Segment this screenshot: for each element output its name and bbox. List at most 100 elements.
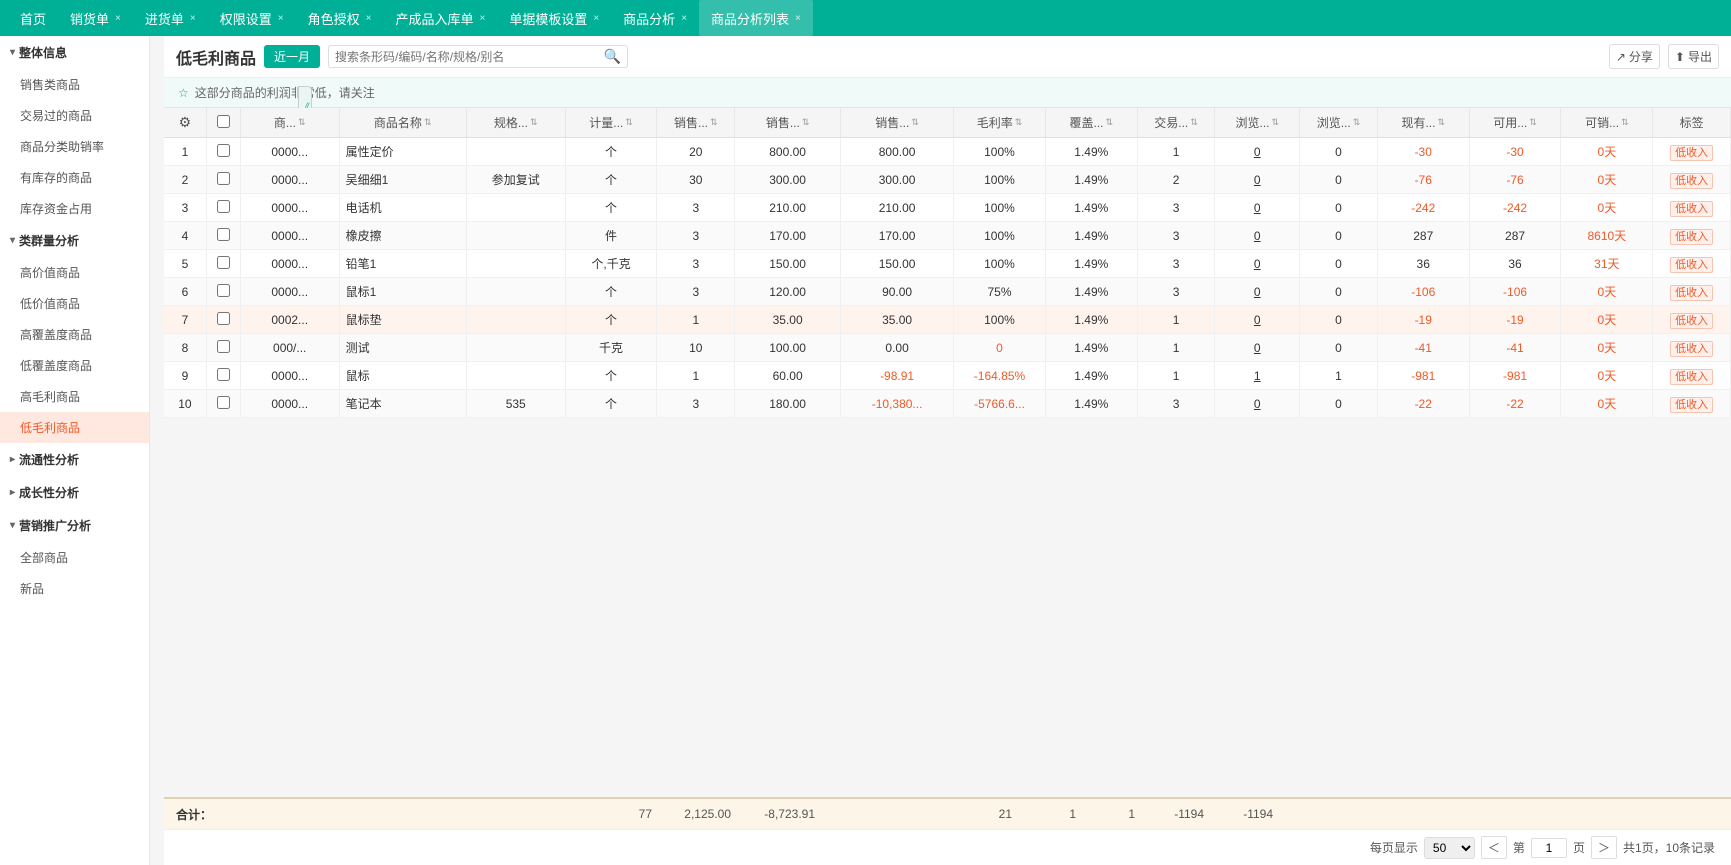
nav-permission-close[interactable]: × <box>278 13 284 24</box>
nav-product-entry-close[interactable]: × <box>479 13 485 24</box>
search-input[interactable] <box>335 50 604 64</box>
sidebar-group-overall[interactable]: ▾ 整体信息 <box>0 36 149 69</box>
sidebar-item-new-goods[interactable]: 新品 <box>0 573 149 604</box>
th-sal3[interactable]: 销售...⇅ <box>841 108 954 138</box>
row-browse1[interactable]: 0 <box>1215 194 1300 222</box>
row-checkbox[interactable] <box>217 256 230 269</box>
sidebar-item-traded-goods[interactable]: 交易过的商品 <box>0 100 149 131</box>
share-button[interactable]: ↗ 分享 <box>1609 44 1660 69</box>
row-browse1[interactable]: 1 <box>1215 362 1300 390</box>
row-checkbox[interactable] <box>217 228 230 241</box>
th-margin[interactable]: 毛利率⇅ <box>954 108 1046 138</box>
th-spec[interactable]: 规格...⇅ <box>466 108 565 138</box>
top-nav: 首页 销货单 × 进货单 × 权限设置 × 角色授权 × 产成品入库单 × 单据… <box>0 0 1731 36</box>
sidebar-item-capital[interactable]: 库存资金占用 <box>0 193 149 224</box>
row-checkbox[interactable] <box>217 144 230 157</box>
row-browse1[interactable]: 0 <box>1215 138 1300 166</box>
th-code[interactable]: 商...⇅ <box>240 108 339 138</box>
sidebar-item-all-goods[interactable]: 全部商品 <box>0 542 149 573</box>
sidebar-item-stock-goods[interactable]: 有库存的商品 <box>0 162 149 193</box>
nav-analysis-list[interactable]: 商品分析列表 × <box>699 0 813 36</box>
th-sal2[interactable]: 销售...⇅ <box>735 108 841 138</box>
row-checkbox-cell[interactable] <box>206 138 240 166</box>
nav-template-close[interactable]: × <box>593 13 599 24</box>
row-browse1[interactable]: 0 <box>1215 222 1300 250</box>
export-button[interactable]: ⬆ 导出 <box>1668 44 1719 69</box>
page-size-select[interactable]: 50 100 200 <box>1424 837 1475 859</box>
row-browse1[interactable]: 0 <box>1215 250 1300 278</box>
row-checkbox[interactable] <box>217 200 230 213</box>
th-sal1[interactable]: 销售...⇅ <box>657 108 735 138</box>
row-browse2: 0 <box>1300 166 1378 194</box>
nav-product-entry[interactable]: 产成品入库单 × <box>383 0 497 36</box>
sidebar-group-flow[interactable]: ▸ 流通性分析 <box>0 443 149 476</box>
row-browse1[interactable]: 0 <box>1215 390 1300 418</box>
th-browse1[interactable]: 浏览...⇅ <box>1215 108 1300 138</box>
sidebar-item-low-value[interactable]: 低价值商品 <box>0 288 149 319</box>
th-name[interactable]: 商品名称⇅ <box>339 108 466 138</box>
sidebar-group-growth[interactable]: ▸ 成长性分析 <box>0 476 149 509</box>
nav-home[interactable]: 首页 <box>8 0 58 36</box>
row-checkbox[interactable] <box>217 312 230 325</box>
prev-page-button[interactable]: ＜ <box>1481 836 1507 859</box>
row-no: 5 <box>164 250 206 278</box>
row-trade: 1 <box>1137 306 1215 334</box>
nav-role-close[interactable]: × <box>366 13 372 24</box>
row-browse1[interactable]: 0 <box>1215 166 1300 194</box>
nav-analysis[interactable]: 商品分析 × <box>611 0 699 36</box>
next-page-button[interactable]: ＞ <box>1591 836 1617 859</box>
nav-template[interactable]: 单据模板设置 × <box>497 0 611 36</box>
row-checkbox-cell[interactable] <box>206 390 240 418</box>
sidebar-item-high-cover[interactable]: 高覆盖度商品 <box>0 319 149 350</box>
row-checkbox[interactable] <box>217 396 230 409</box>
nav-purchase[interactable]: 进货单 × <box>133 0 208 36</box>
sidebar-item-low-cover[interactable]: 低覆盖度商品 <box>0 350 149 381</box>
row-checkbox[interactable] <box>217 284 230 297</box>
nav-purchase-close[interactable]: × <box>190 13 196 24</box>
row-checkbox[interactable] <box>217 340 230 353</box>
th-trade[interactable]: 交易...⇅ <box>1137 108 1215 138</box>
sidebar-item-low-margin[interactable]: 低毛利商品 <box>0 412 149 443</box>
th-stock1[interactable]: 现有...⇅ <box>1377 108 1469 138</box>
nav-permission[interactable]: 权限设置 × <box>208 0 296 36</box>
row-checkbox[interactable] <box>217 172 230 185</box>
sidebar-item-high-value[interactable]: 高价值商品 <box>0 257 149 288</box>
th-stock3[interactable]: 可销...⇅ <box>1561 108 1653 138</box>
nav-sales[interactable]: 销货单 × <box>58 0 133 36</box>
row-checkbox-cell[interactable] <box>206 222 240 250</box>
filter-button[interactable]: 近一月 <box>264 45 320 68</box>
row-checkbox-cell[interactable] <box>206 194 240 222</box>
row-checkbox-cell[interactable] <box>206 278 240 306</box>
row-checkbox-cell[interactable] <box>206 166 240 194</box>
sidebar-group-marketing[interactable]: ▾ 营销推广分析 <box>0 509 149 542</box>
row-checkbox-cell[interactable] <box>206 362 240 390</box>
search-icon[interactable]: 🔍 <box>604 48 621 65</box>
row-checkbox-cell[interactable] <box>206 334 240 362</box>
sidebar-item-sales-goods[interactable]: 销售类商品 <box>0 69 149 100</box>
row-browse1[interactable]: 0 <box>1215 334 1300 362</box>
row-checkbox-cell[interactable] <box>206 306 240 334</box>
nav-role[interactable]: 角色授权 × <box>296 0 384 36</box>
chevron-down-icon-3: ▾ <box>10 520 15 531</box>
nav-sales-close[interactable]: × <box>115 13 121 24</box>
sidebar-group-cluster[interactable]: ▾ 类群量分析 <box>0 224 149 257</box>
select-all-checkbox[interactable] <box>217 115 230 128</box>
th-browse2[interactable]: 浏览...⇅ <box>1300 108 1378 138</box>
row-browse1[interactable]: 0 <box>1215 306 1300 334</box>
page-number-input[interactable] <box>1531 838 1567 858</box>
total-info: 共1页，10条记录 <box>1623 839 1715 856</box>
th-tag[interactable]: 标签 <box>1653 108 1731 138</box>
nav-analysis-close[interactable]: × <box>681 13 687 24</box>
sidebar-item-high-margin[interactable]: 高毛利商品 <box>0 381 149 412</box>
row-browse1[interactable]: 0 <box>1215 278 1300 306</box>
th-cover[interactable]: 覆盖...⇅ <box>1045 108 1137 138</box>
row-checkbox[interactable] <box>217 368 230 381</box>
th-unit[interactable]: 计量...⇅ <box>565 108 657 138</box>
th-gear[interactable]: ⚙ <box>164 108 206 138</box>
th-checkbox[interactable] <box>206 108 240 138</box>
th-stock2[interactable]: 可用...⇅ <box>1469 108 1561 138</box>
sidebar-item-category-rate[interactable]: 商品分类助销率 <box>0 131 149 162</box>
row-trade: 1 <box>1137 138 1215 166</box>
nav-analysis-list-close[interactable]: × <box>795 13 801 24</box>
row-checkbox-cell[interactable] <box>206 250 240 278</box>
